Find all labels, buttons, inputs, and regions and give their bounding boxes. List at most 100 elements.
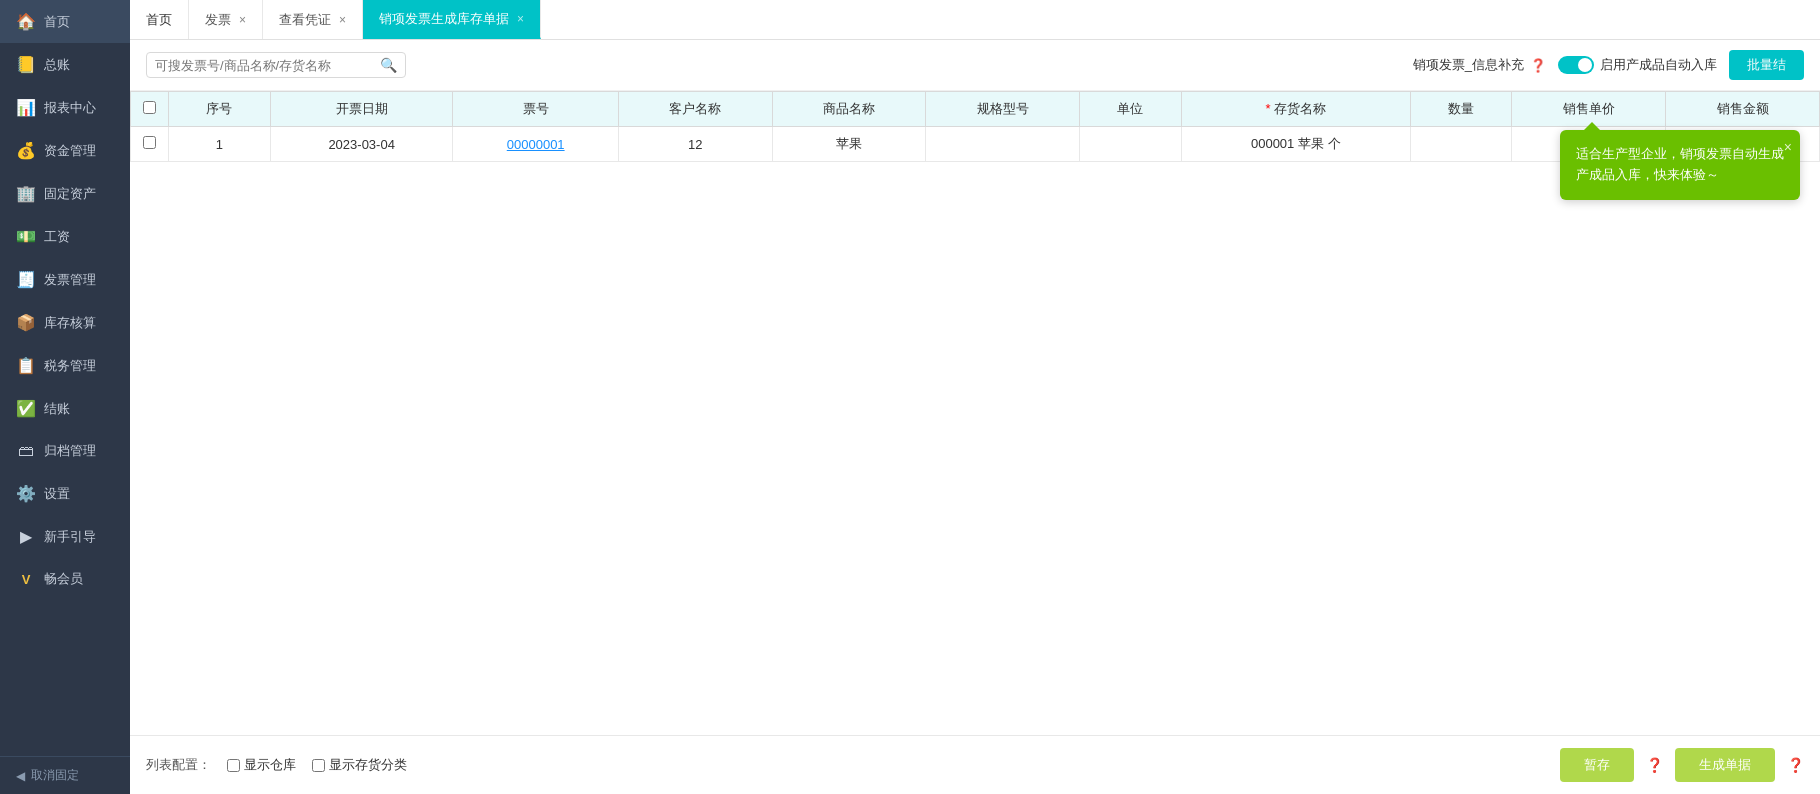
row-ticket-no[interactable]: 00000001 <box>453 127 618 162</box>
sidebar-label-ledger: 总账 <box>44 56 70 74</box>
row-unit <box>1080 127 1182 162</box>
fixed-icon: 🏢 <box>16 184 36 203</box>
row-seq: 1 <box>169 127 271 162</box>
row-checkbox-cell <box>131 127 169 162</box>
sidebar-label-settle: 结账 <box>44 400 70 418</box>
sidebar-pin-toggle[interactable]: ◀ 取消固定 <box>0 756 130 794</box>
tab-voucher[interactable]: 查看凭证 × <box>263 0 363 39</box>
tab-voucher-close[interactable]: × <box>339 13 346 27</box>
row-checkbox[interactable] <box>143 136 156 149</box>
sidebar-item-ledger[interactable]: 📒 总账 <box>0 43 130 86</box>
bottom-actions: 暂存 ❓ 生成单据 ❓ <box>1560 748 1804 782</box>
tab-stock-receipt[interactable]: 销项发票生成库存单据 × <box>363 0 541 39</box>
info-help-icon[interactable]: ❓ <box>1530 58 1546 73</box>
list-config-label: 列表配置： <box>146 756 211 774</box>
show-category-label[interactable]: 显示存货分类 <box>312 756 407 774</box>
sidebar-item-report[interactable]: 📊 报表中心 <box>0 86 130 129</box>
tab-home[interactable]: 首页 <box>130 0 189 39</box>
sidebar-label-tax: 税务管理 <box>44 357 96 375</box>
tooltip-close-btn[interactable]: × <box>1784 136 1792 158</box>
sidebar: 🏠 首页 📒 总账 📊 报表中心 💰 资金管理 🏢 固定资产 💵 工资 🧾 发票… <box>0 0 130 794</box>
col-header-spec: 规格型号 <box>926 92 1080 127</box>
show-warehouse-checkbox[interactable] <box>227 759 240 772</box>
col-header-ticket-no: 票号 <box>453 92 618 127</box>
capital-icon: 💰 <box>16 141 36 160</box>
sidebar-item-vip[interactable]: V 畅会员 <box>0 558 130 600</box>
col-header-checkbox <box>131 92 169 127</box>
bottom-bar: 列表配置： 显示仓库 显示存货分类 暂存 ❓ 生成单据 ❓ <box>130 735 1820 794</box>
row-customer: 12 <box>618 127 772 162</box>
settle-icon: ✅ <box>16 399 36 418</box>
pin-icon: ◀ <box>16 769 25 783</box>
col-header-unit: 单位 <box>1080 92 1182 127</box>
show-warehouse-text: 显示仓库 <box>244 756 296 774</box>
search-box[interactable]: 🔍 <box>146 52 406 78</box>
tab-stock-receipt-label: 销项发票生成库存单据 <box>379 10 509 28</box>
sidebar-item-capital[interactable]: 💰 资金管理 <box>0 129 130 172</box>
invoice-icon: 🧾 <box>16 270 36 289</box>
ledger-icon: 📒 <box>16 55 36 74</box>
sidebar-label-guide: 新手引导 <box>44 528 96 546</box>
sidebar-item-fixed[interactable]: 🏢 固定资产 <box>0 172 130 215</box>
select-all-checkbox[interactable] <box>143 101 156 114</box>
sidebar-label-capital: 资金管理 <box>44 142 96 160</box>
sidebar-label-archive: 归档管理 <box>44 442 96 460</box>
settings-icon: ⚙️ <box>16 484 36 503</box>
toolbar-top: 🔍 销项发票_信息补充 ❓ 启用产成品自动入库 批量结 × 适合生产型企业，销项… <box>130 40 1820 91</box>
sidebar-label-report: 报表中心 <box>44 99 96 117</box>
col-header-date: 开票日期 <box>270 92 453 127</box>
sidebar-item-inventory[interactable]: 📦 库存核算 <box>0 301 130 344</box>
sidebar-item-settle[interactable]: ✅ 结账 <box>0 387 130 430</box>
tab-voucher-label: 查看凭证 <box>279 11 331 29</box>
toggle-area: 启用产成品自动入库 <box>1558 56 1717 74</box>
save-help-icon[interactable]: ❓ <box>1646 757 1663 773</box>
tab-bar: 首页 发票 × 查看凭证 × 销项发票生成库存单据 × <box>130 0 1820 40</box>
sidebar-label-invoice: 发票管理 <box>44 271 96 289</box>
row-quantity <box>1410 127 1512 162</box>
tab-home-label: 首页 <box>146 11 172 29</box>
tax-icon: 📋 <box>16 356 36 375</box>
archive-icon: 🗃 <box>16 442 36 460</box>
col-header-amount: 销售金额 <box>1666 92 1820 127</box>
tab-invoice-label: 发票 <box>205 11 231 29</box>
sidebar-label-vip: 畅会员 <box>44 570 83 588</box>
tab-invoice[interactable]: 发票 × <box>189 0 263 39</box>
main-area: 首页 发票 × 查看凭证 × 销项发票生成库存单据 × 🔍 销项发票_信息补充 … <box>130 0 1820 794</box>
sidebar-item-archive[interactable]: 🗃 归档管理 <box>0 430 130 472</box>
sidebar-item-tax[interactable]: 📋 税务管理 <box>0 344 130 387</box>
tab-invoice-close[interactable]: × <box>239 13 246 27</box>
col-header-inventory: 存货名称 <box>1181 92 1410 127</box>
pin-label: 取消固定 <box>31 767 79 784</box>
generate-button[interactable]: 生成单据 <box>1675 748 1775 782</box>
sidebar-label-fixed: 固定资产 <box>44 185 96 203</box>
inventory-icon: 📦 <box>16 313 36 332</box>
toggle-label: 启用产成品自动入库 <box>1600 56 1717 74</box>
row-spec <box>926 127 1080 162</box>
sidebar-item-home[interactable]: 🏠 首页 <box>0 0 130 43</box>
sidebar-label-labor: 工资 <box>44 228 70 246</box>
col-header-product: 商品名称 <box>772 92 926 127</box>
batch-button[interactable]: 批量结 <box>1729 50 1804 80</box>
show-warehouse-label[interactable]: 显示仓库 <box>227 756 296 774</box>
sidebar-item-invoice[interactable]: 🧾 发票管理 <box>0 258 130 301</box>
search-input[interactable] <box>155 58 374 73</box>
ticket-no-link[interactable]: 00000001 <box>507 137 565 152</box>
row-date: 2023-03-04 <box>270 127 453 162</box>
search-icon[interactable]: 🔍 <box>380 57 397 73</box>
col-header-quantity: 数量 <box>1410 92 1512 127</box>
generate-help-icon[interactable]: ❓ <box>1787 757 1804 773</box>
home-icon: 🏠 <box>16 12 36 31</box>
sidebar-label-home: 首页 <box>44 13 70 31</box>
sidebar-item-guide[interactable]: ▶ 新手引导 <box>0 515 130 558</box>
row-inventory: 000001 苹果 个 <box>1181 127 1410 162</box>
save-button[interactable]: 暂存 <box>1560 748 1634 782</box>
sidebar-item-settings[interactable]: ⚙️ 设置 <box>0 472 130 515</box>
sidebar-item-labor[interactable]: 💵 工资 <box>0 215 130 258</box>
report-icon: 📊 <box>16 98 36 117</box>
labor-icon: 💵 <box>16 227 36 246</box>
tab-stock-receipt-close[interactable]: × <box>517 12 524 26</box>
page-content: 🔍 销项发票_信息补充 ❓ 启用产成品自动入库 批量结 × 适合生产型企业，销项… <box>130 40 1820 794</box>
show-category-text: 显示存货分类 <box>329 756 407 774</box>
show-category-checkbox[interactable] <box>312 759 325 772</box>
auto-warehouse-toggle[interactable] <box>1558 56 1594 74</box>
